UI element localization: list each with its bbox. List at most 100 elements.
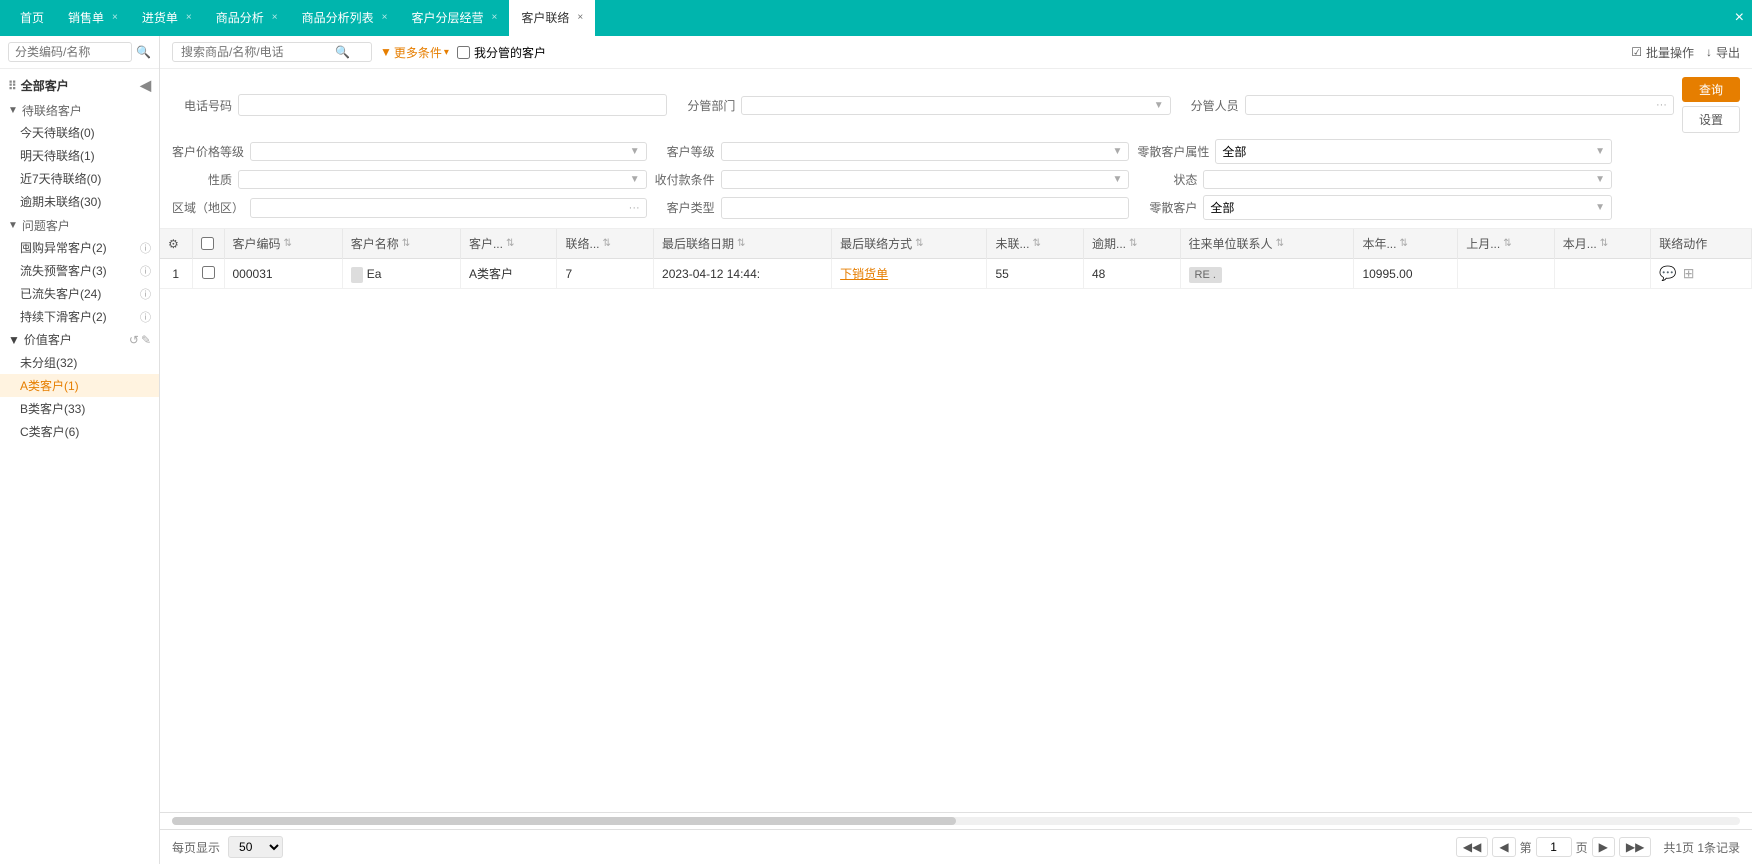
sidebar-item-overdue[interactable]: 逾期未联络(30) <box>0 190 159 213</box>
th-this-month[interactable]: 本月... ⇅ <box>1554 229 1651 259</box>
scroll-thumb[interactable] <box>172 817 956 825</box>
close-tab-3-icon[interactable]: × <box>382 0 388 36</box>
edit-icon[interactable]: ✎ <box>141 333 151 347</box>
sidebar-item-class-c[interactable]: C类客户(6) <box>0 420 159 443</box>
price-level-select[interactable]: ▼ <box>250 142 647 161</box>
sort-name-icon[interactable]: ⇅ <box>402 238 410 249</box>
nav-tab-2[interactable]: 商品分析 × <box>204 0 290 36</box>
search-input[interactable] <box>181 45 331 59</box>
region-select[interactable]: ··· <box>250 198 647 218</box>
row-check-input[interactable] <box>202 266 215 279</box>
sidebar-group-pending[interactable]: ▼ 待联络客户 <box>0 98 159 121</box>
sidebar-item-ungrouped[interactable]: 未分组(32) <box>0 351 159 374</box>
sidebar-item-7days[interactable]: 近7天待联络(0) <box>0 167 159 190</box>
th-contacts[interactable]: 联络... ⇅ <box>557 229 654 259</box>
th-not-contacted[interactable]: 未联... ⇅ <box>987 229 1084 259</box>
sort-tmonth-icon[interactable]: ⇅ <box>1600 238 1608 249</box>
qr-icon[interactable]: ⊞ <box>1683 265 1695 282</box>
close-tab-2-icon[interactable]: × <box>272 0 278 36</box>
nav-tab-1[interactable]: 进货单 × <box>130 0 204 36</box>
sort-lmonth-icon[interactable]: ⇅ <box>1503 238 1511 249</box>
retail-customer-select[interactable]: 全部 ▼ <box>1203 195 1612 220</box>
sidebar-group-problem[interactable]: ▼ 问题客户 <box>0 213 159 236</box>
th-this-year[interactable]: 本年... ⇅ <box>1354 229 1458 259</box>
th-last-month[interactable]: 上月... ⇅ <box>1458 229 1555 259</box>
nav-tab-4[interactable]: 客户分层经营 × <box>399 0 509 36</box>
th-name[interactable]: 客户名称 ⇅ <box>342 229 460 259</box>
settings-button[interactable]: 设置 <box>1682 106 1740 133</box>
th-last-contact-date[interactable]: 最后联络日期 ⇅ <box>654 229 832 259</box>
settings-icon[interactable]: ⚙ <box>168 237 179 251</box>
horizontal-scrollbar[interactable] <box>160 812 1752 829</box>
th-cust-type[interactable]: 客户... ⇅ <box>460 229 557 259</box>
sort-method-icon[interactable]: ⇅ <box>915 238 923 249</box>
collapse-sidebar-icon[interactable]: ◀ <box>140 77 151 94</box>
th-settings[interactable]: ⚙ <box>160 229 192 259</box>
dept-select[interactable]: ▼ <box>741 96 1170 115</box>
nature-select[interactable]: ▼ <box>238 170 647 189</box>
my-customers-checkbox[interactable]: 我分管的客户 <box>457 44 546 61</box>
sort-contacts-icon[interactable]: ⇅ <box>603 238 611 249</box>
th-overdue[interactable]: 逾期... ⇅ <box>1084 229 1181 259</box>
sidebar-item-churn-warning[interactable]: 流失预警客户(3) ⓘ <box>0 259 159 282</box>
sidebar-item-declining[interactable]: 持续下滑客户(2) ⓘ <box>0 305 159 328</box>
last-page-button[interactable]: ▶▶ <box>1619 837 1651 857</box>
th-code[interactable]: 客户编码 ⇅ <box>224 229 342 259</box>
refresh-icon[interactable]: ↺ <box>129 333 139 347</box>
sidebar-item-class-a[interactable]: A类客户(1) <box>0 374 159 397</box>
retail-attr-select[interactable]: 全部 ▼ <box>1215 139 1612 164</box>
page-number-input[interactable] <box>1536 837 1572 857</box>
payment-select[interactable]: ▼ <box>721 170 1130 189</box>
close-all-button[interactable]: × <box>1735 9 1744 27</box>
nav-tab-0[interactable]: 销售单 × <box>56 0 130 36</box>
export-button[interactable]: ↓ 导出 <box>1706 44 1740 61</box>
chat-icon[interactable]: 💬 <box>1659 265 1676 282</box>
first-page-button[interactable]: ◀◀ <box>1456 837 1488 857</box>
row-checkbox[interactable] <box>192 259 224 289</box>
nav-home[interactable]: 首页 <box>8 0 56 36</box>
sort-code-icon[interactable]: ⇅ <box>284 238 292 249</box>
th-checkbox[interactable] <box>192 229 224 259</box>
my-customers-input[interactable] <box>457 46 470 59</box>
sort-overdue-icon[interactable]: ⇅ <box>1129 238 1137 249</box>
region-ellipsis[interactable]: ··· <box>629 202 640 214</box>
sort-cust-type-icon[interactable]: ⇅ <box>506 238 514 249</box>
nav-tab-5[interactable]: 客户联络 × <box>509 0 595 36</box>
sidebar-item-abnormal[interactable]: 囤购异常客户(2) ⓘ <box>0 236 159 259</box>
sidebar-group-value[interactable]: ▼ 价值客户 ↺ ✎ <box>0 328 159 351</box>
sort-year-icon[interactable]: ⇅ <box>1399 238 1407 249</box>
th-last-contact-method[interactable]: 最后联络方式 ⇅ <box>832 229 987 259</box>
sort-date-icon[interactable]: ⇅ <box>737 238 745 249</box>
sidebar-search-icon[interactable]: 🔍 <box>136 45 151 59</box>
last-method-link[interactable]: 下销货单 <box>840 267 888 281</box>
prev-page-button[interactable]: ◀ <box>1492 837 1515 857</box>
sort-not-icon[interactable]: ⇅ <box>1032 238 1040 249</box>
customer-level-select[interactable]: ▼ <box>721 142 1130 161</box>
batch-op-button[interactable]: ☑ 批量操作 <box>1631 44 1694 61</box>
cust-type-input[interactable] <box>721 197 1130 219</box>
status-select[interactable]: ▼ <box>1203 170 1612 189</box>
close-tab-4-icon[interactable]: × <box>491 0 497 36</box>
more-filters-button[interactable]: ▼ 更多条件 ▾ <box>380 44 449 61</box>
th-unit-contact[interactable]: 往来单位联系人 ⇅ <box>1180 229 1354 259</box>
scroll-track[interactable] <box>172 817 1740 825</box>
next-page-button[interactable]: ▶ <box>1592 837 1615 857</box>
nav-tab-3[interactable]: 商品分析列表 × <box>290 0 400 36</box>
sidebar-item-churned[interactable]: 已流失客户(24) ⓘ <box>0 282 159 305</box>
close-tab-1-icon[interactable]: × <box>186 0 192 36</box>
sort-unit-icon[interactable]: ⇅ <box>1276 238 1284 249</box>
close-tab-0-icon[interactable]: × <box>112 0 118 36</box>
query-button[interactable]: 查询 <box>1682 77 1740 102</box>
sidebar-item-tomorrow[interactable]: 明天待联络(1) <box>0 144 159 167</box>
close-tab-5-icon[interactable]: × <box>577 0 583 36</box>
sidebar-search-input[interactable] <box>8 42 132 62</box>
sidebar-item-class-b[interactable]: B类客户(33) <box>0 397 159 420</box>
page-size-select[interactable]: 50 100 200 <box>228 836 283 858</box>
phone-input[interactable] <box>238 94 667 116</box>
manager-input[interactable]: ··· <box>1245 95 1674 115</box>
manager-ellipsis[interactable]: ··· <box>1656 99 1667 111</box>
sidebar-item-today[interactable]: 今天待联络(0) <box>0 121 159 144</box>
search-icon[interactable]: 🔍 <box>335 45 350 59</box>
select-all-checkbox[interactable] <box>201 237 214 250</box>
sidebar-all-customers[interactable]: ⠿ 全部客户 ◀ <box>0 73 159 98</box>
